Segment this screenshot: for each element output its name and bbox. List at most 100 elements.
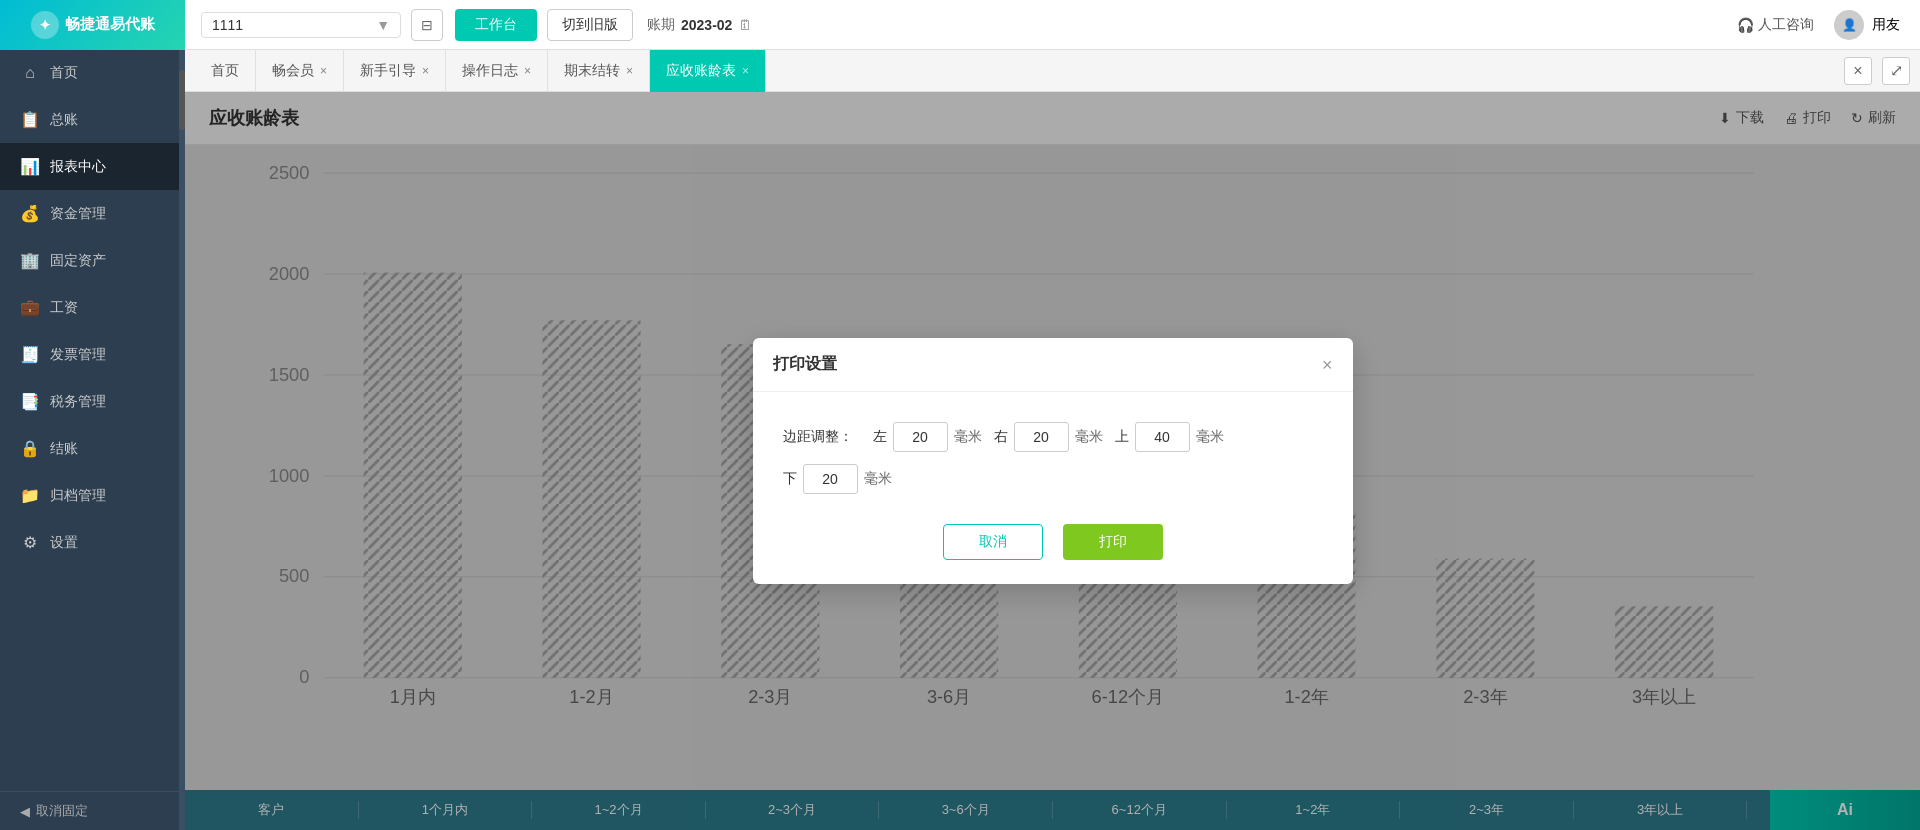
collapse-icon: ◀ <box>20 804 30 819</box>
print-settings-modal: 打印设置 × 边距调整： 左 毫米 右 <box>753 338 1353 584</box>
sidebar-icon-ledger: 📋 <box>20 110 40 129</box>
user-name: 用友 <box>1872 16 1900 34</box>
margin-label: 边距调整： <box>783 428 853 446</box>
tab-expand-button[interactable]: ⤢ <box>1882 57 1910 85</box>
sidebar-item-payroll[interactable]: 💼 工资 <box>0 284 185 331</box>
tab-close-aging[interactable]: × <box>742 64 749 78</box>
tab-label-oplog: 操作日志 <box>462 62 518 80</box>
sidebar-label-settings: 设置 <box>50 534 78 552</box>
sidebar-item-assets[interactable]: 🏢 固定资产 <box>0 237 185 284</box>
sidebar-icon-closeout: 🔒 <box>20 439 40 458</box>
top-bar-right: 🎧 人工咨询 👤 用友 <box>1737 10 1920 40</box>
support-label: 人工咨询 <box>1758 16 1814 34</box>
sidebar-label-closeout: 结账 <box>50 440 78 458</box>
avatar: 👤 <box>1834 10 1864 40</box>
support-link[interactable]: 🎧 人工咨询 <box>1737 16 1814 34</box>
sidebar-icon-archive: 📁 <box>20 486 40 505</box>
tab-guide[interactable]: 新手引导× <box>344 50 446 92</box>
modal-overlay: 打印设置 × 边距调整： 左 毫米 右 <box>185 92 1920 830</box>
period-label: 账期 <box>647 16 675 34</box>
switch-old-button[interactable]: 切到旧版 <box>547 9 633 41</box>
tab-home[interactable]: 首页 <box>195 50 256 92</box>
logo: ✦ 畅捷通易代账 <box>0 0 185 50</box>
sidebar-item-funds[interactable]: 💰 资金管理 <box>0 190 185 237</box>
margin-left-group: 左 毫米 <box>873 422 982 452</box>
tab-close-member[interactable]: × <box>320 64 327 78</box>
tab-close-guide[interactable]: × <box>422 64 429 78</box>
tab-member[interactable]: 畅会员 × <box>256 50 344 92</box>
cancel-button[interactable]: 取消 <box>943 524 1043 560</box>
tab-aging[interactable]: 应收账龄表 × <box>650 50 766 92</box>
sidebar-label-assets: 固定资产 <box>50 252 106 270</box>
margin-left-label: 左 <box>873 428 887 446</box>
sidebar-icon-invoice: 🧾 <box>20 345 40 364</box>
sidebar-item-tax[interactable]: 📑 税务管理 <box>0 378 185 425</box>
sidebar-label-tax: 税务管理 <box>50 393 106 411</box>
logo-icon: ✦ <box>31 11 59 39</box>
calendar-icon[interactable]: 🗓 <box>738 17 752 33</box>
margin-row: 边距调整： 左 毫米 右 毫米 <box>783 422 1323 494</box>
top-bar: ✦ 畅捷通易代账 1111 ▼ ⊟ 工作台 切到旧版 账期 2023-02 🗓 … <box>0 0 1920 50</box>
margin-bottom-input[interactable] <box>803 464 858 494</box>
sidebar-label-payroll: 工资 <box>50 299 78 317</box>
tab-label-home: 首页 <box>211 62 239 80</box>
margin-top-input[interactable] <box>1135 422 1190 452</box>
logo-text: 畅捷通易代账 <box>65 15 155 34</box>
sidebar-icon-home: ⌂ <box>20 64 40 82</box>
tab-expand-icon: ⤢ <box>1890 61 1903 80</box>
tab-close-oplog[interactable]: × <box>524 64 531 78</box>
tab-yearend[interactable]: 期末结转× <box>548 50 650 92</box>
tab-label-aging: 应收账龄表 <box>666 62 736 80</box>
modal-body: 边距调整： 左 毫米 右 毫米 <box>753 392 1353 514</box>
tab-close-all-icon: × <box>1853 62 1862 80</box>
modal-footer: 取消 打印 <box>753 514 1353 584</box>
user-area[interactable]: 👤 用友 <box>1834 10 1900 40</box>
tab-oplog[interactable]: 操作日志 × <box>446 50 548 92</box>
sidebar-label-funds: 资金管理 <box>50 205 106 223</box>
tabs-right: × ⤢ <box>1844 57 1910 85</box>
sidebar-item-settings[interactable]: ⚙ 设置 <box>0 519 185 566</box>
sidebar-label-archive: 归档管理 <box>50 487 106 505</box>
sidebar-item-home[interactable]: ⌂ 首页 <box>0 50 185 96</box>
collapse-label: 取消固定 <box>36 802 88 820</box>
tab-close-all-button[interactable]: × <box>1844 57 1872 85</box>
workbench-button[interactable]: 工作台 <box>455 9 537 41</box>
margin-top-label: 上 <box>1115 428 1129 446</box>
period-value: 2023-02 <box>681 17 732 33</box>
sidebar-label-ledger: 总账 <box>50 111 78 129</box>
modal-close-button[interactable]: × <box>1322 356 1333 374</box>
sidebar-icon-tax: 📑 <box>20 392 40 411</box>
sidebar-collapse-button[interactable]: ◀ 取消固定 <box>0 791 185 830</box>
tab-close-yearend[interactable]: × <box>626 64 633 78</box>
modal-header: 打印设置 × <box>753 338 1353 392</box>
copy-icon: ⊟ <box>421 17 433 33</box>
tab-label-member: 畅会员 <box>272 62 314 80</box>
sidebar-label-reports: 报表中心 <box>50 158 106 176</box>
page-content: 应收账龄表 ⬇ 下载 🖨 打印 ↻ 刷新 <box>185 92 1920 830</box>
sidebar-item-archive[interactable]: 📁 归档管理 <box>0 472 185 519</box>
sidebar-label-home: 首页 <box>50 64 78 82</box>
margin-right-unit: 毫米 <box>1075 428 1103 446</box>
sidebar-label-invoice: 发票管理 <box>50 346 106 364</box>
margin-bottom-group: 下 毫米 <box>783 464 892 494</box>
content-area: 首页畅会员×新手引导×操作日志×期末结转×应收账龄表× × ⤢ 应收账龄表 ⬇ … <box>185 50 1920 830</box>
margin-left-input[interactable] <box>893 422 948 452</box>
margin-right-input[interactable] <box>1014 422 1069 452</box>
sidebar-icon-reports: 📊 <box>20 157 40 176</box>
margin-right-label: 右 <box>994 428 1008 446</box>
sidebar-scroll: ⌂ 首页 📋 总账 📊 报表中心 💰 资金管理 🏢 固定资产 💼 工资 🧾 发票… <box>0 50 185 791</box>
sidebar-item-closeout[interactable]: 🔒 结账 <box>0 425 185 472</box>
main-layout: ⌂ 首页 📋 总账 📊 报表中心 💰 资金管理 🏢 固定资产 💼 工资 🧾 发票… <box>0 50 1920 830</box>
sidebar-item-reports[interactable]: 📊 报表中心 <box>0 143 185 190</box>
sidebar-item-invoice[interactable]: 🧾 发票管理 <box>0 331 185 378</box>
copy-button[interactable]: ⊟ <box>411 9 443 41</box>
sidebar-icon-payroll: 💼 <box>20 298 40 317</box>
support-icon: 🎧 <box>1737 17 1754 33</box>
sidebar: ⌂ 首页 📋 总账 📊 报表中心 💰 资金管理 🏢 固定资产 💼 工资 🧾 发票… <box>0 50 185 830</box>
margin-top-group: 上 毫米 <box>1115 422 1224 452</box>
company-selector[interactable]: 1111 ▼ <box>201 12 401 38</box>
sidebar-item-ledger[interactable]: 📋 总账 <box>0 96 185 143</box>
margin-left-unit: 毫米 <box>954 428 982 446</box>
sidebar-icon-funds: 💰 <box>20 204 40 223</box>
confirm-print-button[interactable]: 打印 <box>1063 524 1163 560</box>
